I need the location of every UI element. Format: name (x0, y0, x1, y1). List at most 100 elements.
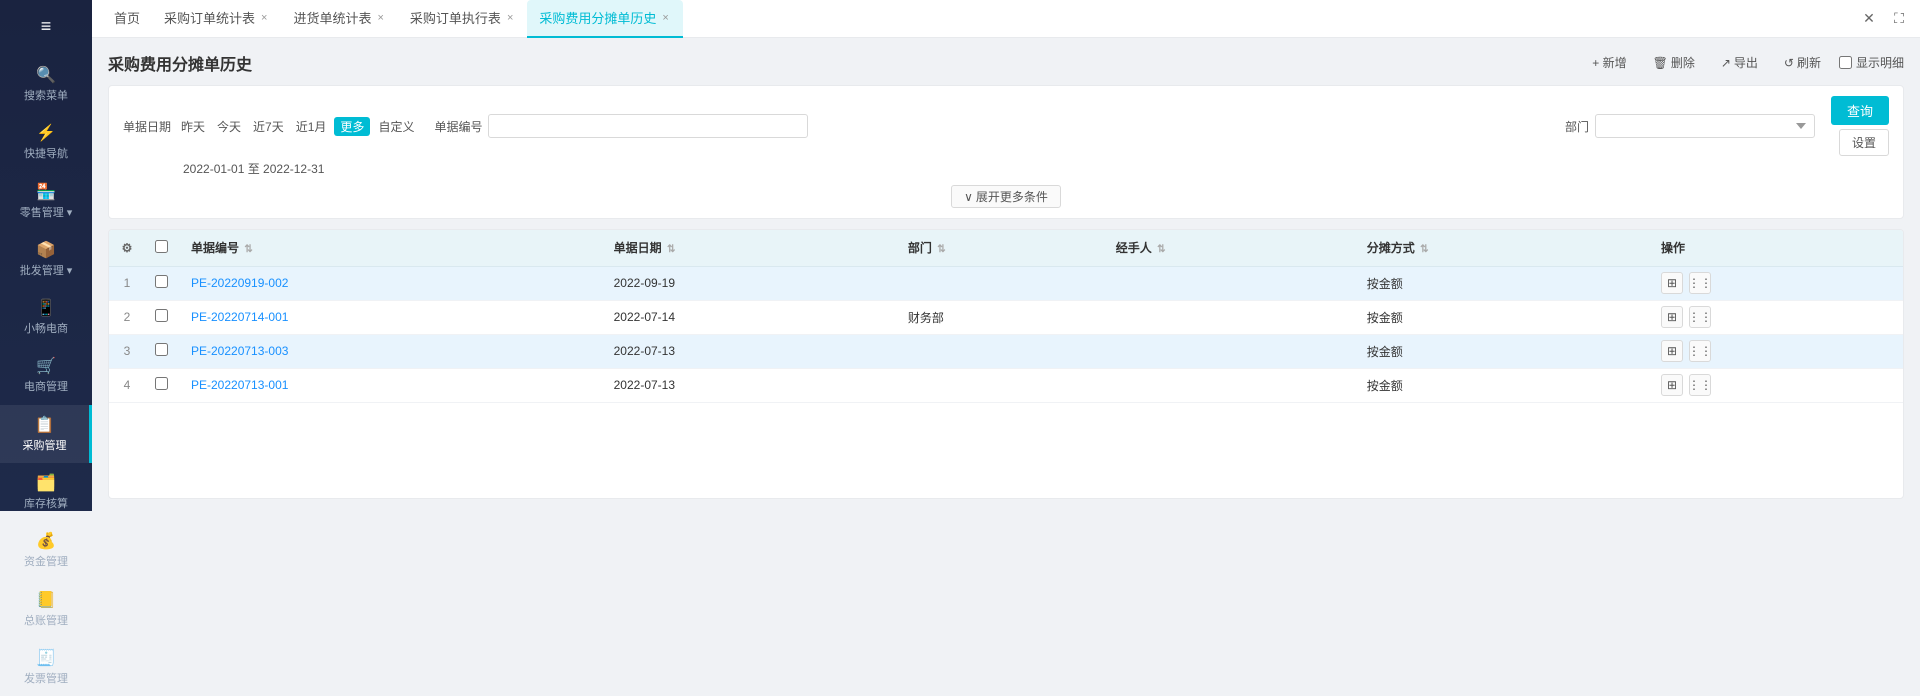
sort-order-no-icon: ⇅ (244, 244, 252, 255)
row-select-1[interactable] (155, 275, 168, 288)
more-action-3[interactable]: ⋮⋮ (1689, 340, 1711, 362)
sidebar-item-ecommerce[interactable]: 🛒 电商管理 (0, 346, 92, 404)
expand-conditions-button[interactable]: ∨ 展开更多条件 (951, 185, 1061, 208)
sidebar-item-finance[interactable]: 💰 资金管理 (0, 521, 92, 579)
shortcut-today[interactable]: 今天 (213, 117, 245, 136)
sidebar-item-invoice[interactable]: 🧾 发票管理 (0, 638, 92, 696)
export-button[interactable]: ↗ 导出 (1713, 50, 1766, 75)
chevron-down-icon: ∨ (964, 190, 973, 204)
order-no-input[interactable] (488, 114, 808, 138)
refresh-button[interactable]: ↺ 刷新 (1776, 50, 1829, 75)
delete-button[interactable]: 🗑 删除 (1645, 50, 1703, 75)
tab-label-purchase-order-stats: 采购订单统计表 (164, 8, 255, 27)
table-row: 1 PE-20220919-002 2022-09-19 按金额 ⊞ ⋮⋮ (109, 266, 1903, 300)
row-checkbox-3 (145, 334, 181, 368)
add-button[interactable]: + 新增 (1584, 50, 1634, 75)
tab-purchase-order-stats[interactable]: 采购订单统计表 × (152, 0, 281, 38)
row-dept-3 (898, 334, 1106, 368)
sidebar-item-miniapp[interactable]: 📱 小畅电商 (0, 288, 92, 346)
date-range-text: 2022-01-01 至 2022-12-31 (183, 162, 324, 176)
sidebar-label-purchase: 采购管理 (23, 439, 67, 453)
row-order-no-4: PE-20220713-001 (181, 368, 604, 402)
sidebar-item-inventory[interactable]: 🗂️ 库存核算 (0, 463, 92, 521)
sidebar-item-purchase[interactable]: 📋 采购管理 (0, 405, 92, 463)
more-action-4[interactable]: ⋮⋮ (1689, 374, 1711, 396)
row-handler-1 (1106, 266, 1357, 300)
order-no-link-4[interactable]: PE-20220713-001 (191, 378, 288, 392)
tab-label-purchase-order-exec: 采购订单执行表 (410, 8, 501, 27)
tab-close-inbound-stats[interactable]: × (375, 12, 385, 24)
tab-home[interactable]: 首页 (102, 0, 152, 38)
dept-select[interactable]: 财务部 (1595, 114, 1815, 138)
tab-purchase-order-exec[interactable]: 采购订单执行表 × (398, 0, 527, 38)
row-order-no-1: PE-20220919-002 (181, 266, 604, 300)
page-header: 采购费用分摊单历史 + 新增 🗑 删除 ↗ 导出 ↺ 刷新 显示明细 (108, 50, 1904, 75)
more-action-2[interactable]: ⋮⋮ (1689, 306, 1711, 328)
data-table: ⚙ 单据编号 ⇅ 单据日期 ⇅ 部门 (109, 230, 1903, 403)
row-select-2[interactable] (155, 309, 168, 322)
order-no-link-2[interactable]: PE-20220714-001 (191, 310, 288, 324)
sidebar-item-ledger[interactable]: 📒 总账管理 (0, 580, 92, 638)
order-no-label: 单据编号 (434, 118, 482, 135)
view-action-1[interactable]: ⊞ (1661, 272, 1683, 294)
row-date-1: 2022-09-19 (604, 266, 898, 300)
select-all-header (145, 230, 181, 266)
purchase-icon: 📋 (35, 415, 55, 435)
view-action-2[interactable]: ⊞ (1661, 306, 1683, 328)
row-actions-2: ⊞ ⋮⋮ (1651, 300, 1903, 334)
sidebar-label-wholesale: 批发管理 ▾ (20, 264, 73, 278)
query-button[interactable]: 查询 (1831, 96, 1889, 125)
row-date-2: 2022-07-14 (604, 300, 898, 334)
select-all-checkbox[interactable] (155, 240, 168, 253)
order-no-link-1[interactable]: PE-20220919-002 (191, 276, 288, 290)
sidebar-item-quicknav[interactable]: ⚡ 快捷导航 (0, 113, 92, 171)
row-select-4[interactable] (155, 377, 168, 390)
order-no-link-3[interactable]: PE-20220713-003 (191, 344, 288, 358)
miniapp-icon: 📱 (36, 298, 56, 318)
content-area: 采购费用分摊单历史 + 新增 🗑 删除 ↗ 导出 ↺ 刷新 显示明细 (92, 38, 1920, 511)
shortcut-custom[interactable]: 自定义 (374, 117, 418, 136)
row-actions-3: ⊞ ⋮⋮ (1651, 334, 1903, 368)
header-actions: + 新增 🗑 删除 ↗ 导出 ↺ 刷新 显示明细 (1584, 50, 1904, 75)
tab-action-area: ✕ ⛶ (1858, 8, 1910, 30)
row-select-3[interactable] (155, 343, 168, 356)
data-table-container: ⚙ 单据编号 ⇅ 单据日期 ⇅ 部门 (108, 229, 1904, 499)
show-columns-toggle[interactable]: 显示明细 (1839, 54, 1904, 71)
row-split-method-2: 按金额 (1357, 300, 1651, 334)
column-settings-icon[interactable]: ⚙ (109, 230, 145, 266)
table-row: 4 PE-20220713-001 2022-07-13 按金额 ⊞ ⋮⋮ (109, 368, 1903, 402)
invoice-icon: 🧾 (36, 648, 56, 668)
close-tab-action[interactable]: ✕ (1858, 8, 1880, 30)
tab-close-purchase-order-stats[interactable]: × (259, 12, 269, 24)
order-no-filter: 单据编号 (434, 114, 1549, 138)
view-action-3[interactable]: ⊞ (1661, 340, 1683, 362)
tab-close-purchase-order-exec[interactable]: × (505, 12, 515, 24)
tab-label-home: 首页 (114, 8, 140, 27)
date-filter: 单据日期 昨天 今天 近7天 近1月 更多 自定义 (123, 117, 418, 136)
fullscreen-tab-action[interactable]: ⛶ (1888, 8, 1910, 30)
row-num-3: 3 (109, 334, 145, 368)
view-action-4[interactable]: ⊞ (1661, 374, 1683, 396)
more-action-1[interactable]: ⋮⋮ (1689, 272, 1711, 294)
row-handler-4 (1106, 368, 1357, 402)
sidebar-label-ecommerce: 电商管理 (24, 380, 68, 394)
shortcut-7days[interactable]: 近7天 (249, 117, 288, 136)
sort-handler-icon: ⇅ (1157, 244, 1165, 255)
main-area: 首页采购订单统计表×进货单统计表×采购订单执行表×采购费用分摊单历史× ✕ ⛶ … (92, 0, 1920, 511)
tab-close-purchase-cost-history[interactable]: × (660, 12, 670, 24)
show-columns-checkbox[interactable] (1839, 56, 1852, 69)
sidebar: ≡ 🔍 搜索菜单 ⚡ 快捷导航 🏪 零售管理 ▾ 📦 批发管理 ▾ 📱 小畅电商… (0, 0, 92, 511)
shortcut-yesterday[interactable]: 昨天 (177, 117, 209, 136)
sidebar-item-search[interactable]: 🔍 搜索菜单 (0, 55, 92, 113)
dept-filter: 部门 财务部 (1565, 114, 1815, 138)
retail-icon: 🏪 (36, 182, 56, 202)
tab-purchase-cost-history[interactable]: 采购费用分摊单历史× (527, 0, 682, 38)
sidebar-item-retail[interactable]: 🏪 零售管理 ▾ (0, 172, 92, 230)
tab-inbound-stats[interactable]: 进货单统计表× (281, 0, 397, 38)
search-icon: 🔍 (36, 65, 56, 85)
row-date-3: 2022-07-13 (604, 334, 898, 368)
shortcut-1month[interactable]: 近1月 (292, 117, 331, 136)
sidebar-item-wholesale[interactable]: 📦 批发管理 ▾ (0, 230, 92, 288)
settings-button[interactable]: 设置 (1839, 129, 1889, 156)
shortcut-more[interactable]: 更多 (334, 117, 370, 136)
